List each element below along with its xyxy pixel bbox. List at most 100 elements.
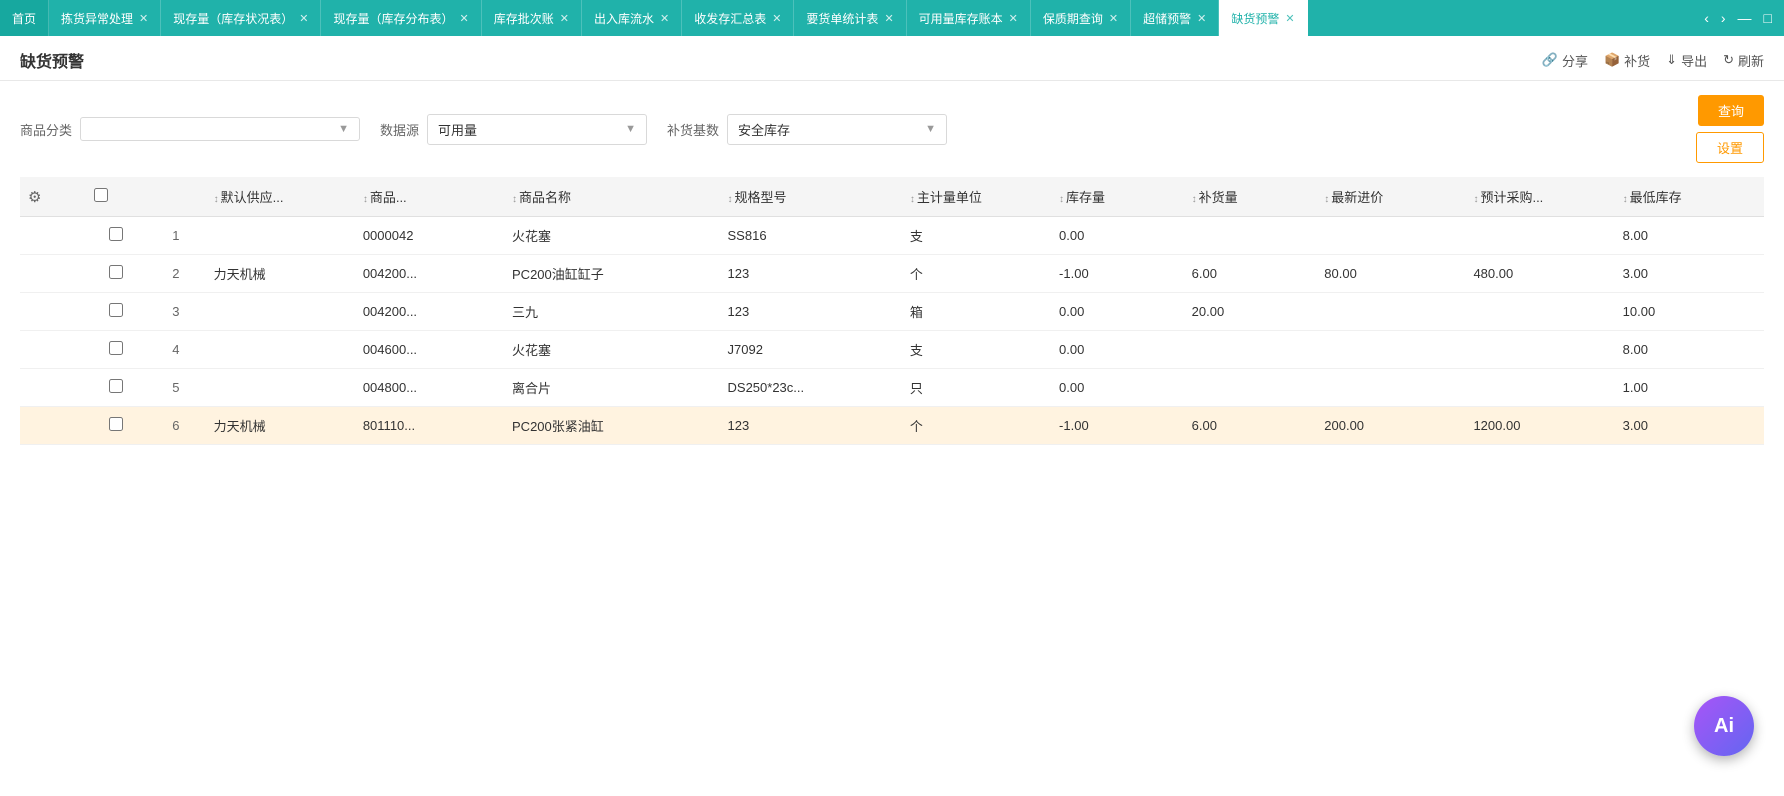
datasource-filter-group: 数据源 可用量 ▼ [380, 114, 647, 145]
row-spec: DS250*23c... [720, 369, 902, 407]
tab-close-expiry[interactable]: ✕ [1109, 12, 1118, 25]
row-replenish: 6.00 [1184, 255, 1317, 293]
row-latest-price [1316, 369, 1465, 407]
table-row: 1 0000042 火花塞 SS816 支 0.00 8.00 [20, 217, 1764, 255]
col-unit[interactable]: ↕主计量单位 [902, 177, 1051, 217]
row-unit: 个 [902, 407, 1051, 445]
row-checkbox-1[interactable] [109, 265, 123, 279]
table-body: 1 0000042 火花塞 SS816 支 0.00 8.00 2 力天机械 0… [20, 217, 1764, 445]
row-gear-cell [20, 293, 86, 331]
row-product-name: 三九 [504, 293, 720, 331]
tab-label-shortage: 缺货预警 [1231, 10, 1279, 27]
row-replenish: 20.00 [1184, 293, 1317, 331]
col-replenish[interactable]: ↕补货量 [1184, 177, 1317, 217]
tab-close-shortage[interactable]: ✕ [1285, 12, 1294, 25]
tab-inventory-status[interactable]: 现存量（库存状况表） ✕ [161, 0, 321, 36]
tab-close-batch[interactable]: ✕ [560, 12, 569, 25]
select-all-checkbox[interactable] [94, 188, 108, 202]
table-container: ⚙ ↕默认供应... ↕商品... ↕商品名称 [0, 177, 1784, 445]
tab-expiry[interactable]: 保质期查询✕ [1031, 0, 1131, 36]
share-action[interactable]: 🔗 分享 [1542, 51, 1588, 70]
row-supplier: 力天机械 [206, 407, 355, 445]
row-checkbox-3[interactable] [109, 341, 123, 355]
tab-label-order-stat: 要货单统计表 [806, 10, 878, 27]
tab-flow[interactable]: 出入库流水✕ [582, 0, 682, 36]
tab-inventory-dist[interactable]: 现存量（库存分布表）✕ [321, 0, 481, 36]
row-number: 1 [146, 217, 206, 255]
col-spec[interactable]: ↕规格型号 [720, 177, 902, 217]
tab-close-inventory-dist[interactable]: ✕ [460, 12, 469, 25]
category-filter-group: 商品分类 ▼ [20, 117, 360, 141]
gear-header-icon[interactable]: ⚙ [28, 189, 41, 206]
col-gear: ⚙ [20, 177, 86, 217]
col-product-code[interactable]: ↕商品... [355, 177, 504, 217]
row-replenish: 6.00 [1184, 407, 1317, 445]
row-checkbox-0[interactable] [109, 227, 123, 241]
tab-available[interactable]: 可用量库存账本✕ [907, 0, 1031, 36]
row-checkbox-5[interactable] [109, 417, 123, 431]
tab-close-receive[interactable]: ✕ [772, 12, 781, 25]
replenish-base-dropdown-icon: ▼ [925, 123, 936, 135]
row-checkbox-cell [86, 217, 146, 255]
col-supplier[interactable]: ↕默认供应... [206, 177, 355, 217]
tab-close-inventory-status[interactable]: ✕ [299, 12, 308, 25]
row-spec: SS816 [720, 217, 902, 255]
tab-shortage[interactable]: 缺货预警 ✕ [1219, 0, 1307, 36]
product-code-sort-icon: ↕ [363, 194, 368, 205]
latest-price-sort-icon: ↕ [1324, 194, 1329, 205]
tab-home[interactable]: 首页 [0, 0, 49, 36]
col-stock[interactable]: ↕库存量 [1051, 177, 1184, 217]
tab-abnormal[interactable]: 拣货异常处理✕ [49, 0, 161, 36]
row-checkbox-2[interactable] [109, 303, 123, 317]
datasource-select[interactable]: 可用量 ▼ [427, 114, 647, 145]
refresh-action[interactable]: ↻ 刷新 [1723, 51, 1764, 70]
row-gear-cell [20, 331, 86, 369]
category-filter-label: 商品分类 [20, 120, 72, 139]
tab-close-overstock[interactable]: ✕ [1197, 12, 1206, 25]
tab-close-order-stat[interactable]: ✕ [884, 12, 893, 25]
page-title: 缺货预警 [20, 48, 84, 72]
tab-order-stat[interactable]: 要货单统计表 ✕ [794, 0, 906, 36]
tab-label-inventory-status: 现存量（库存状况表） [173, 10, 293, 27]
col-checkbox [86, 177, 146, 217]
col-min-stock[interactable]: ↕最低库存 [1615, 177, 1764, 217]
export-label: 导出 [1681, 51, 1707, 70]
tab-receive[interactable]: 收发存汇总表✕ [682, 0, 794, 36]
ai-label: Ai [1714, 715, 1734, 738]
row-number: 3 [146, 293, 206, 331]
row-checkbox-4[interactable] [109, 379, 123, 393]
row-supplier: 力天机械 [206, 255, 355, 293]
row-est-purchase [1465, 293, 1614, 331]
table-row: 6 力天机械 801110... PC200张紧油缸 123 个 -1.00 6… [20, 407, 1764, 445]
tab-close-abnormal[interactable]: ✕ [139, 12, 148, 25]
replenish-base-select[interactable]: 安全库存 ▼ [727, 114, 947, 145]
query-button[interactable]: 查询 [1698, 95, 1764, 126]
tab-close-flow[interactable]: ✕ [660, 12, 669, 25]
row-checkbox-cell [86, 407, 146, 445]
col-est-purchase[interactable]: ↕预计采购... [1465, 177, 1614, 217]
tab-prev-btn[interactable]: ‹ [1700, 8, 1713, 28]
export-action[interactable]: ⇓ 导出 [1666, 51, 1707, 70]
col-latest-price[interactable]: ↕最新进价 [1316, 177, 1465, 217]
row-unit: 支 [902, 217, 1051, 255]
ai-assistant-bubble[interactable]: Ai [1694, 696, 1754, 756]
replenish-base-filter-group: 补货基数 安全库存 ▼ [667, 114, 947, 145]
tab-overstock[interactable]: 超储预警✕ [1131, 0, 1219, 36]
window-maximize-btn[interactable]: □ [1760, 8, 1776, 28]
row-gear-cell [20, 255, 86, 293]
row-gear-cell [20, 369, 86, 407]
row-est-purchase [1465, 217, 1614, 255]
tab-batch[interactable]: 库存批次账✕ [482, 0, 582, 36]
row-product-name: 火花塞 [504, 217, 720, 255]
tab-close-available[interactable]: ✕ [1009, 12, 1018, 25]
row-latest-price: 200.00 [1316, 407, 1465, 445]
col-product-name[interactable]: ↕商品名称 [504, 177, 720, 217]
replenish-action[interactable]: 📦 补货 [1604, 51, 1650, 70]
supplier-sort-icon: ↕ [214, 194, 219, 205]
category-select[interactable]: ▼ [80, 117, 360, 141]
row-stock: 0.00 [1051, 293, 1184, 331]
settings-button[interactable]: 设置 [1696, 132, 1764, 163]
tab-next-btn[interactable]: › [1717, 8, 1730, 28]
window-minimize-btn[interactable]: — [1734, 8, 1756, 28]
replenish-icon: 📦 [1604, 52, 1620, 68]
